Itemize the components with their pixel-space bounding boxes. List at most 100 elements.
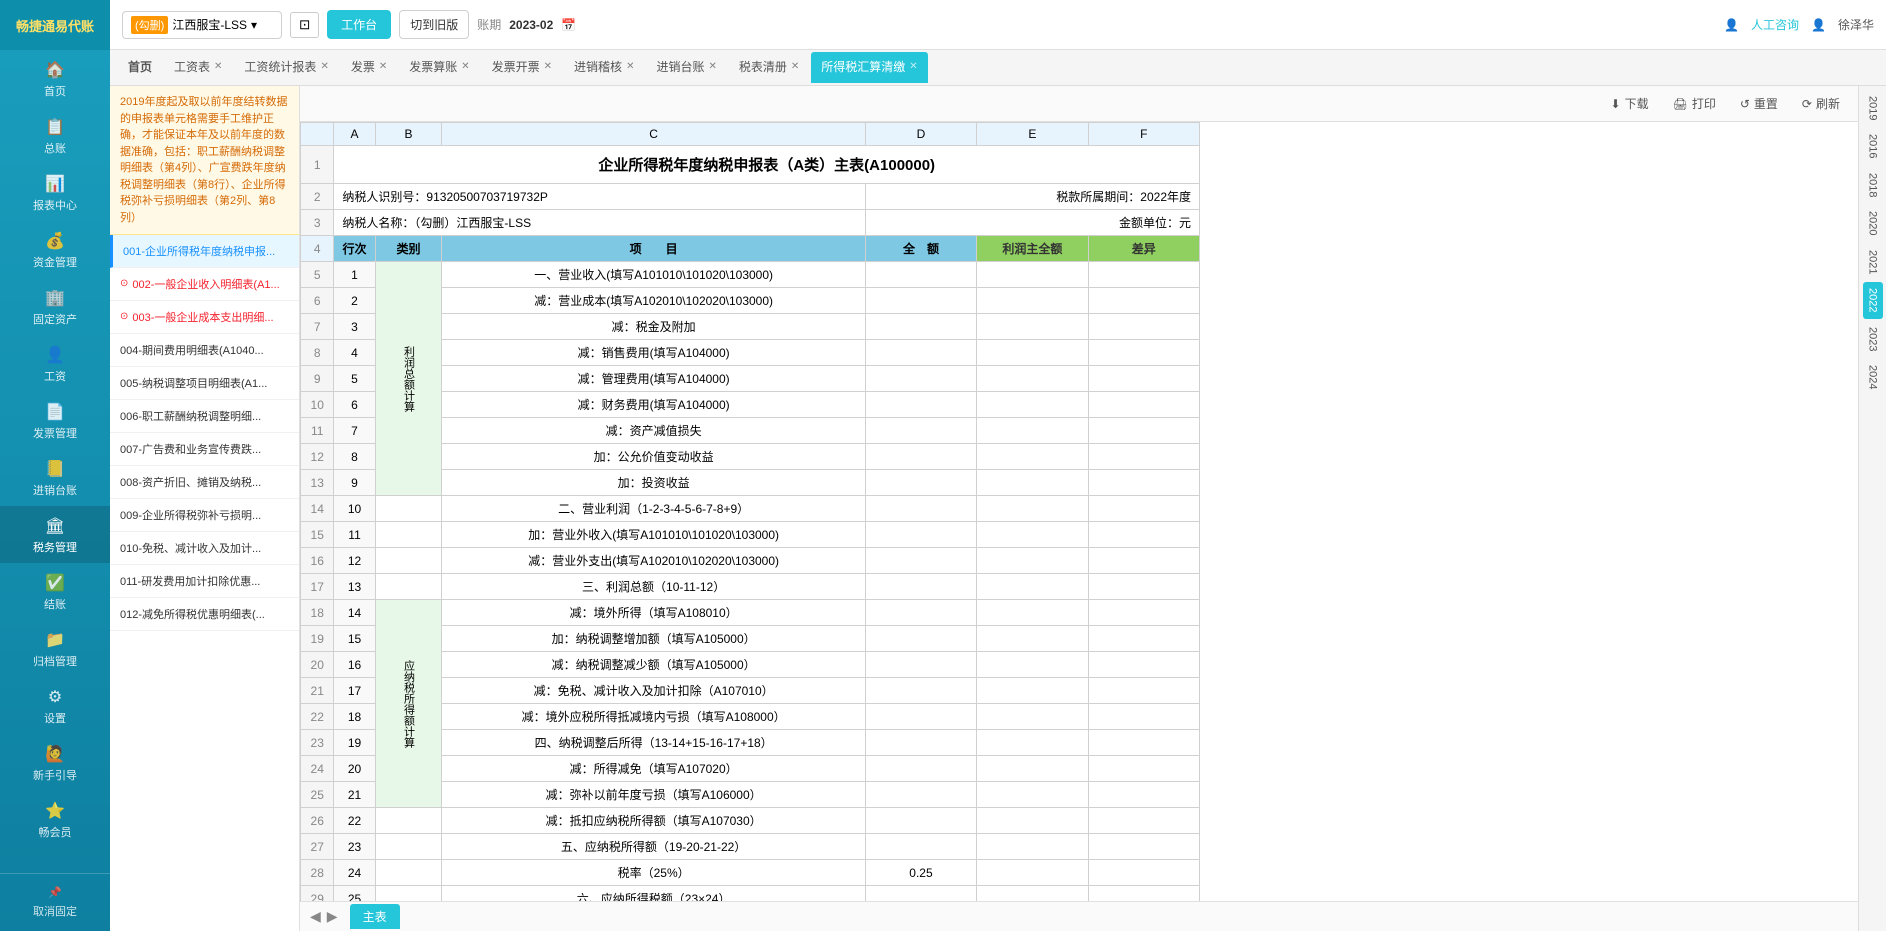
tab-工资统计报表[interactable]: 工资统计报表 ✕ [234, 52, 338, 83]
quane-cell[interactable] [865, 782, 976, 808]
sidebar-item-畅会员[interactable]: ⭐畅会员 [0, 791, 110, 848]
tab-发票[interactable]: 发票 ✕ [341, 52, 397, 83]
quane-cell[interactable] [865, 704, 976, 730]
quane-cell[interactable] [865, 808, 976, 834]
refresh-button[interactable]: ⟳ 刷新 [1796, 92, 1846, 115]
chay-cell[interactable] [1088, 444, 1199, 470]
lirun-cell[interactable] [977, 314, 1088, 340]
chay-cell[interactable] [1088, 834, 1199, 860]
lirun-cell[interactable] [977, 366, 1088, 392]
xiangmu-cell[interactable]: 加：投资收益 [442, 470, 865, 496]
sidebar-item-资金管理[interactable]: 💰资金管理 [0, 221, 110, 278]
lirun-cell[interactable] [977, 886, 1088, 902]
quane-cell[interactable] [865, 574, 976, 600]
quane-cell[interactable] [865, 444, 976, 470]
sidebar-item-税务管理[interactable]: 🏛税务管理 [0, 506, 110, 563]
chay-cell[interactable] [1088, 782, 1199, 808]
tab-close-icon[interactable]: ✕ [320, 61, 328, 72]
sidebar-item-发票管理[interactable]: 📄发票管理 [0, 392, 110, 449]
chay-cell[interactable] [1088, 756, 1199, 782]
form-list-item-011[interactable]: 011-研发费用加计扣除优惠... [110, 565, 299, 598]
tab-close-icon[interactable]: ✕ [379, 61, 387, 72]
quane-cell[interactable] [865, 756, 976, 782]
lirun-cell[interactable] [977, 704, 1088, 730]
tab-发票算账[interactable]: 发票算账 ✕ [399, 52, 479, 83]
xiangmu-cell[interactable]: 减：抵扣应纳税所得额（填写A107030） [442, 808, 865, 834]
chay-cell[interactable] [1088, 730, 1199, 756]
lirun-cell[interactable] [977, 678, 1088, 704]
year-item-2020[interactable]: 2020 [1863, 205, 1883, 241]
quane-cell[interactable] [865, 548, 976, 574]
chay-cell[interactable] [1088, 522, 1199, 548]
chay-cell[interactable] [1088, 288, 1199, 314]
xiangmu-cell[interactable]: 税率（25%） [442, 860, 865, 886]
download-button[interactable]: ⬇ 下载 [1605, 92, 1655, 115]
xiangmu-cell[interactable]: 减：资产减值损失 [442, 418, 865, 444]
form-list-item-008[interactable]: 008-资产折旧、摊销及纳税... [110, 466, 299, 499]
tab-close-icon[interactable]: ✕ [909, 61, 917, 72]
chay-cell[interactable] [1088, 314, 1199, 340]
quane-cell[interactable] [865, 886, 976, 902]
form-list-item-007[interactable]: 007-广告费和业务宣传费跌... [110, 433, 299, 466]
chay-cell[interactable] [1088, 704, 1199, 730]
lirun-cell[interactable] [977, 808, 1088, 834]
chay-cell[interactable] [1088, 626, 1199, 652]
quane-cell[interactable] [865, 496, 976, 522]
xiangmu-cell[interactable]: 加：纳税调整增加额（填写A105000） [442, 626, 865, 652]
lirun-cell[interactable] [977, 600, 1088, 626]
tab-close-icon[interactable]: ✕ [214, 61, 222, 72]
year-item-2023[interactable]: 2023 [1863, 321, 1883, 357]
tab-close-icon[interactable]: ✕ [544, 61, 552, 72]
form-list-item-003[interactable]: ⊙003-一般企业成本支出明细... [110, 301, 299, 334]
tab-首页[interactable]: 首页 [118, 52, 162, 83]
chay-cell[interactable] [1088, 678, 1199, 704]
year-item-2018[interactable]: 2018 [1863, 167, 1883, 203]
xiangmu-cell[interactable]: 减：所得减免（填写A107020） [442, 756, 865, 782]
sidebar-item-新手引导[interactable]: 🙋新手引导 [0, 734, 110, 791]
quane-cell[interactable] [865, 470, 976, 496]
tab-close-icon[interactable]: ✕ [461, 61, 469, 72]
lirun-cell[interactable] [977, 756, 1088, 782]
chay-cell[interactable] [1088, 574, 1199, 600]
xiangmu-cell[interactable]: 加：公允价值变动收益 [442, 444, 865, 470]
lirun-cell[interactable] [977, 652, 1088, 678]
tab-所得税汇算清缴[interactable]: 所得税汇算清缴 ✕ [811, 52, 927, 83]
pin-toggle[interactable]: 📌 取消固定 [0, 873, 110, 931]
sheet-nav-left[interactable]: ◀ [308, 908, 323, 925]
form-list-item-012[interactable]: 012-减免所得税优惠明细表(... [110, 598, 299, 631]
tab-税表清册[interactable]: 税表清册 ✕ [729, 52, 809, 83]
chay-cell[interactable] [1088, 418, 1199, 444]
copy-button[interactable]: ⊡ [290, 12, 319, 38]
tab-进销稽核[interactable]: 进销稽核 ✕ [564, 52, 644, 83]
xiangmu-cell[interactable]: 三、利润总额（10-11-12） [442, 574, 865, 600]
form-list-item-002[interactable]: ⊙002-一般企业收入明细表(A1... [110, 268, 299, 301]
sidebar-item-结账[interactable]: ✅结账 [0, 563, 110, 620]
lirun-cell[interactable] [977, 782, 1088, 808]
lirun-cell[interactable] [977, 626, 1088, 652]
chay-cell[interactable] [1088, 262, 1199, 288]
chay-cell[interactable] [1088, 340, 1199, 366]
company-selector[interactable]: (勾删) 江西服宝-LSS ▾ [122, 11, 282, 39]
sheet-tab-main[interactable]: 主表 [350, 904, 400, 929]
chay-cell[interactable] [1088, 808, 1199, 834]
reset-button[interactable]: ↺ 重置 [1734, 92, 1784, 115]
quane-cell[interactable] [865, 418, 976, 444]
quane-cell[interactable] [865, 522, 976, 548]
print-button[interactable]: 🖨 打印 [1667, 92, 1722, 115]
chay-cell[interactable] [1088, 860, 1199, 886]
chay-cell[interactable] [1088, 470, 1199, 496]
xiangmu-cell[interactable]: 减：管理费用(填写A104000) [442, 366, 865, 392]
xiangmu-cell[interactable]: 减：纳税调整减少额（填写A105000） [442, 652, 865, 678]
quane-cell[interactable] [865, 340, 976, 366]
quane-cell[interactable] [865, 834, 976, 860]
xiangmu-cell[interactable]: 一、营业收入(填写A101010\101020\103000) [442, 262, 865, 288]
quane-cell[interactable] [865, 678, 976, 704]
lirun-cell[interactable] [977, 860, 1088, 886]
year-item-2016[interactable]: 2016 [1863, 128, 1883, 164]
xiangmu-cell[interactable]: 加：营业外收入(填写A101010\101020\103000) [442, 522, 865, 548]
chay-cell[interactable] [1088, 652, 1199, 678]
sidebar-item-进销台账[interactable]: 📒进销台账 [0, 449, 110, 506]
chay-cell[interactable] [1088, 548, 1199, 574]
lirun-cell[interactable] [977, 496, 1088, 522]
sidebar-item-报表中心[interactable]: 📊报表中心 [0, 164, 110, 221]
